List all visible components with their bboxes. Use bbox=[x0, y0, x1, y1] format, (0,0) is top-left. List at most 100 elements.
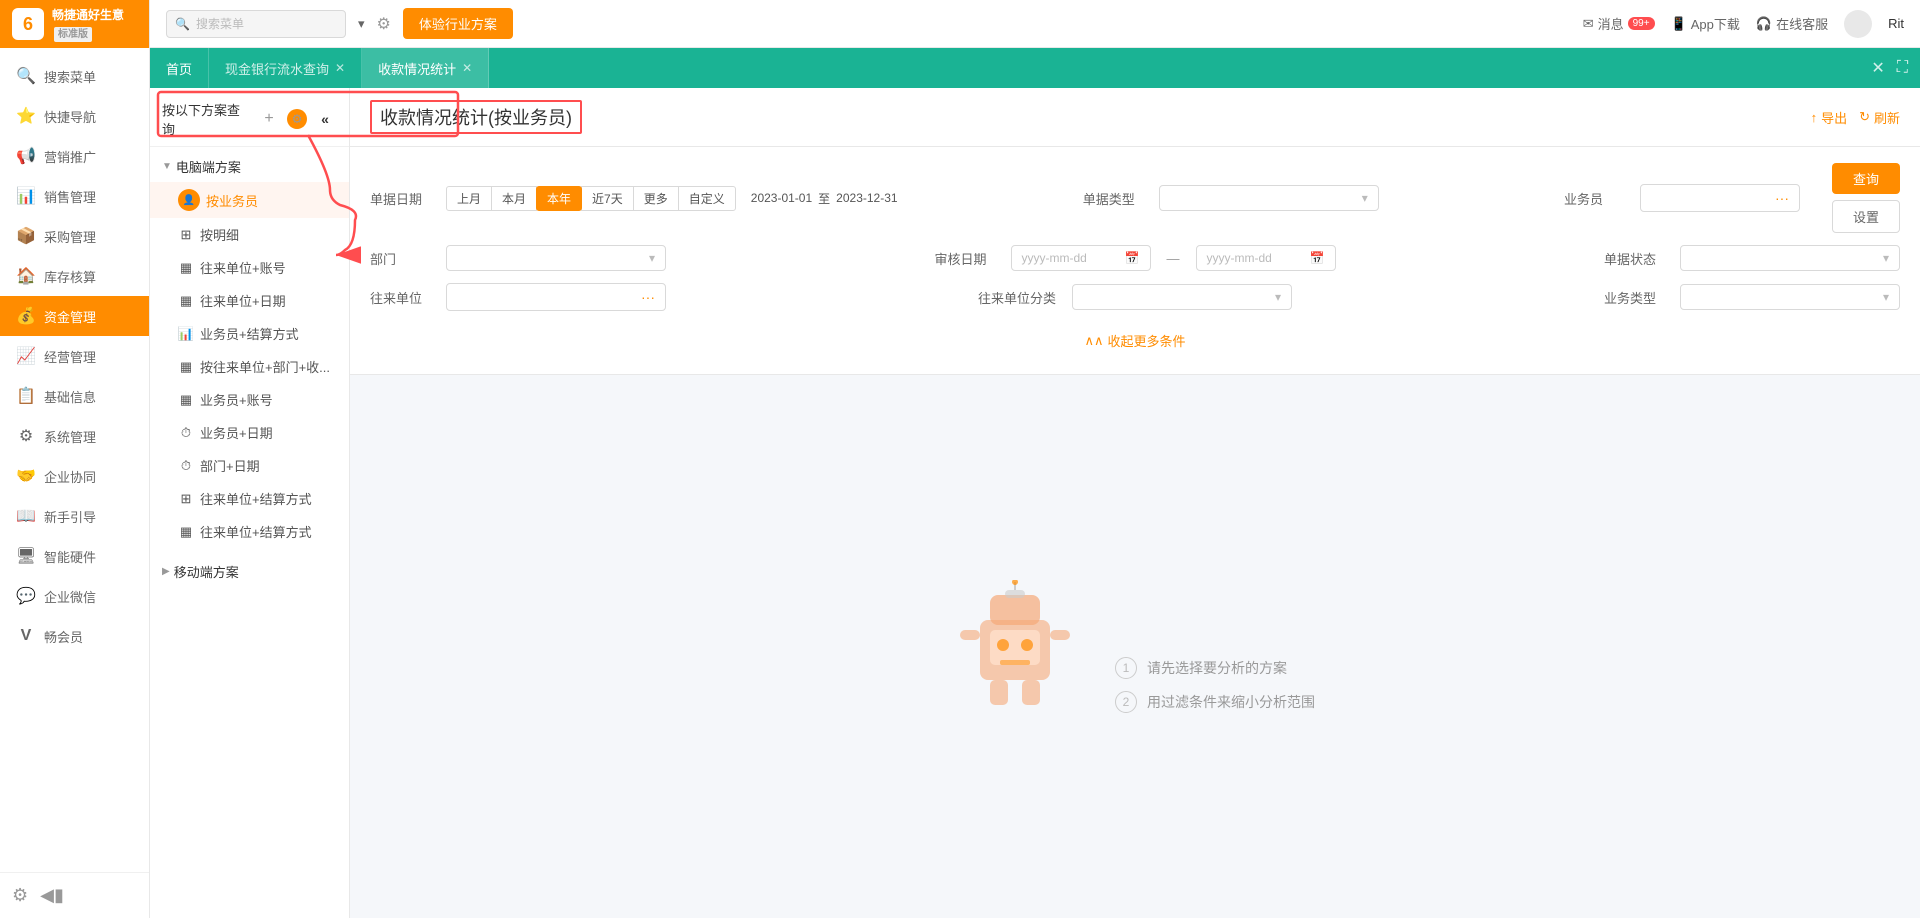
tree-item-unit-account[interactable]: ▦ 往来单位+账号 bbox=[150, 251, 349, 284]
tree-item-salesperson-date[interactable]: ⏱ 业务员+日期 bbox=[150, 416, 349, 449]
logo-name: 畅捷通好生意 bbox=[52, 8, 124, 24]
tab-fullscreen-icon[interactable]: ⛶ bbox=[1897, 59, 1908, 77]
tree-item-by-detail[interactable]: ⊞ 按明细 bbox=[150, 218, 349, 251]
sidebar-item-sales[interactable]: 📊 销售管理 bbox=[0, 176, 149, 216]
sidebar-item-marketing[interactable]: 📢 营销推广 bbox=[0, 136, 149, 176]
tab-cash-flow-close[interactable]: ✕ bbox=[335, 61, 345, 75]
audit-date-to[interactable]: yyyy-mm-dd 📅 bbox=[1196, 245, 1336, 271]
sidebar-item-wechat[interactable]: 💬 企业微信 bbox=[0, 576, 149, 616]
tab-receipt-stats-close[interactable]: ✕ bbox=[462, 61, 472, 75]
finance-icon: 💰 bbox=[16, 306, 36, 326]
date-tab-this-year[interactable]: 本年 bbox=[536, 186, 582, 211]
refresh-button[interactable]: ↻ 刷新 bbox=[1859, 108, 1900, 127]
search-icon: 🔍 bbox=[16, 66, 36, 86]
inventory-icon: 🏠 bbox=[16, 266, 36, 286]
sidebar-item-inventory[interactable]: 🏠 库存核算 bbox=[0, 256, 149, 296]
add-scheme-btn[interactable]: + bbox=[257, 107, 281, 131]
online-service-label: 在线客服 bbox=[1776, 14, 1828, 33]
topbar-search-box[interactable]: 🔍 搜索菜单 bbox=[166, 10, 346, 38]
salesperson-select[interactable]: ··· bbox=[1640, 184, 1800, 212]
hardware-icon: 🖥 bbox=[16, 546, 36, 566]
department-select[interactable]: ▾ bbox=[446, 245, 666, 271]
sidebar-item-purchase[interactable]: 📦 采购管理 bbox=[0, 216, 149, 256]
sidebar-item-quicknav[interactable]: ⭐ 快捷导航 bbox=[0, 96, 149, 136]
messages-btn[interactable]: ✉ 消息 99+ bbox=[1583, 14, 1655, 33]
date-tab-custom[interactable]: 自定义 bbox=[678, 186, 736, 211]
tree-item-salesperson-account[interactable]: ▦ 业务员+账号 bbox=[150, 383, 349, 416]
collapse-sidebar-icon[interactable]: ◀▮ bbox=[40, 885, 64, 906]
sidebar-item-hardware[interactable]: 🖥 智能硬件 bbox=[0, 536, 149, 576]
app-download-btn[interactable]: 📱 App下载 bbox=[1671, 14, 1740, 33]
tree-group-desktop-header[interactable]: ▼ 电脑端方案 bbox=[150, 151, 349, 182]
sidebar-item-system[interactable]: ⚙ 系统管理 bbox=[0, 416, 149, 456]
tab-receipt-stats-label: 收款情况统计 bbox=[378, 59, 456, 78]
tab-cash-flow[interactable]: 现金银行流水查询 ✕ bbox=[209, 48, 362, 88]
collapse-panel-btn[interactable]: « bbox=[313, 107, 337, 131]
sidebar-item-guide[interactable]: 📖 新手引导 bbox=[0, 496, 149, 536]
sidebar-item-management[interactable]: 📈 经营管理 bbox=[0, 336, 149, 376]
sidebar-item-member[interactable]: V 畅会员 bbox=[0, 616, 149, 656]
trial-button[interactable]: 体验行业方案 bbox=[403, 8, 513, 39]
sidebar-item-enterprise[interactable]: 🤝 企业协同 bbox=[0, 456, 149, 496]
table-icon-4: ▦ bbox=[178, 392, 194, 408]
topbar-settings-icon[interactable]: ⚙ bbox=[377, 14, 391, 34]
active-indicator: 👤 bbox=[178, 189, 200, 211]
date-tab-more[interactable]: 更多 bbox=[633, 186, 679, 211]
tree-item-label: 业务员+账号 bbox=[200, 390, 273, 409]
counterpart-more-btn[interactable]: ··· bbox=[641, 289, 655, 305]
empty-step-2: 2 用过滤条件来缩小分析范围 bbox=[1115, 691, 1315, 713]
audit-to-placeholder: yyyy-mm-dd bbox=[1207, 251, 1272, 265]
sidebar-item-label: 畅会员 bbox=[44, 627, 83, 646]
settings-button[interactable]: 设置 bbox=[1832, 200, 1900, 233]
voucher-status-select[interactable]: ▾ bbox=[1680, 245, 1900, 271]
audit-date-from[interactable]: yyyy-mm-dd 📅 bbox=[1011, 245, 1151, 271]
counterpart-select[interactable]: ··· bbox=[446, 283, 666, 311]
counterpart-category-select[interactable]: ▾ bbox=[1072, 284, 1292, 310]
settings-bottom-icon[interactable]: ⚙ bbox=[12, 885, 28, 906]
tree-group-mobile-header[interactable]: ▶ 移动端方案 bbox=[150, 556, 349, 587]
tree-item-unit-settlement1[interactable]: ⊞ 往来单位+结算方式 bbox=[150, 482, 349, 515]
sidebar-item-label: 智能硬件 bbox=[44, 547, 96, 566]
query-button[interactable]: 查询 bbox=[1832, 163, 1900, 194]
business-type-select[interactable]: ▾ bbox=[1680, 284, 1900, 310]
grid-icon-2: ⊞ bbox=[178, 491, 194, 507]
tree-item-dept-date[interactable]: ⏱ 部门+日期 bbox=[150, 449, 349, 482]
sidebar-item-label: 库存核算 bbox=[44, 267, 96, 286]
date-tab-last-month[interactable]: 上月 bbox=[446, 186, 492, 211]
collapse-bar[interactable]: ∧∧ 收起更多条件 bbox=[370, 323, 1900, 358]
tree-item-unit-date[interactable]: ▦ 往来单位+日期 bbox=[150, 284, 349, 317]
empty-step-1: 1 请先选择要分析的方案 bbox=[1115, 657, 1315, 679]
status-chevron: ▾ bbox=[1883, 251, 1889, 265]
user-avatar[interactable] bbox=[1844, 10, 1872, 38]
sidebar-item-search[interactable]: 🔍 搜索菜单 bbox=[0, 56, 149, 96]
tree-item-by-salesperson[interactable]: 👤 按业务员 bbox=[150, 182, 349, 218]
filter-row-1: 单据日期 上月 本月 本年 近7天 更多 自定义 2023-01-01 至 20… bbox=[370, 163, 1900, 233]
tab-home[interactable]: 首页 bbox=[150, 48, 209, 88]
salesperson-more-btn[interactable]: ··· bbox=[1775, 190, 1789, 206]
topbar: 🔍 搜索菜单 ▾ ⚙ 体验行业方案 ✉ 消息 99+ 📱 App下载 🎧 在线客… bbox=[150, 0, 1920, 48]
tab-cash-flow-label: 现金银行流水查询 bbox=[225, 59, 329, 78]
user-name: Rit bbox=[1888, 16, 1904, 31]
date-filter-label: 单据日期 bbox=[370, 189, 430, 208]
scheme-settings-btn[interactable]: ⚙ bbox=[285, 107, 309, 131]
voucher-type-select[interactable]: ▾ bbox=[1159, 185, 1379, 211]
filter-date-tabs: 上月 本月 本年 近7天 更多 自定义 bbox=[446, 186, 735, 211]
table-icon-2: ▦ bbox=[178, 293, 194, 309]
gear-circle-icon: ⚙ bbox=[287, 109, 307, 129]
sidebar-item-label: 经营管理 bbox=[44, 347, 96, 366]
tree-item-unit-dept-collect[interactable]: ▦ 按往来单位+部门+收... bbox=[150, 350, 349, 383]
marketing-icon: 📢 bbox=[16, 146, 36, 166]
online-service-btn[interactable]: 🎧 在线客服 bbox=[1756, 14, 1828, 33]
sidebar-item-finance[interactable]: 💰 资金管理 bbox=[0, 296, 149, 336]
export-button[interactable]: ↑ 导出 bbox=[1811, 108, 1848, 127]
date-tab-this-month[interactable]: 本月 bbox=[491, 186, 537, 211]
sidebar-item-basic-info[interactable]: 📋 基础信息 bbox=[0, 376, 149, 416]
date-tab-7days[interactable]: 近7天 bbox=[581, 186, 634, 211]
tree-item-salesperson-settlement[interactable]: 📊 业务员+结算方式 bbox=[150, 317, 349, 350]
filter-action-btns: 查询 设置 bbox=[1832, 163, 1900, 233]
tab-close-all-icon[interactable]: ✕ bbox=[1871, 58, 1884, 78]
tree-item-unit-settlement2[interactable]: ▦ 往来单位+结算方式 bbox=[150, 515, 349, 548]
edition-label: 标准版 bbox=[54, 27, 92, 42]
tree-item-label: 往来单位+结算方式 bbox=[200, 489, 312, 508]
tab-receipt-stats[interactable]: 收款情况统计 ✕ bbox=[362, 48, 489, 88]
